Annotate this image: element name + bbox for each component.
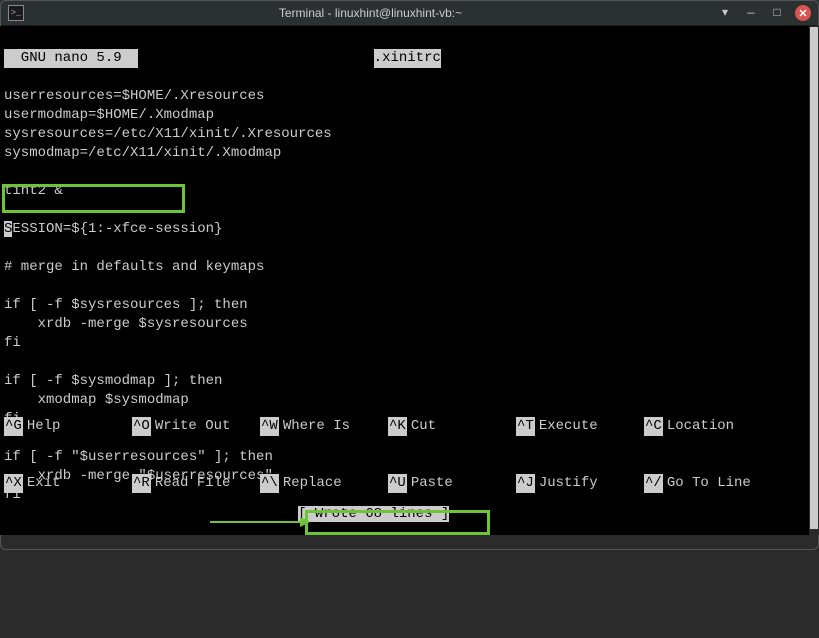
nano-filename: .xinitrc xyxy=(374,49,441,68)
editor-line: userresources=$HOME/.Xresources xyxy=(4,88,264,104)
editor-line: usermodmap=$HOME/.Xmodmap xyxy=(4,107,214,123)
terminal-content[interactable]: GNU nano 5.9 .xinitrc userresources=$HOM… xyxy=(0,26,819,535)
editor-line: if [ -f $sysresources ]; then xyxy=(4,297,248,313)
shortcut-writeout: ^OWrite Out xyxy=(132,417,260,436)
editor-line: tint2 & xyxy=(4,183,63,199)
editor-line: # merge in defaults and keymaps xyxy=(4,259,264,275)
terminal-icon: >_ xyxy=(8,5,24,21)
shortcut-replace: ^\Replace xyxy=(260,474,388,493)
window-title: Terminal - linuxhint@linuxhint-vb:~ xyxy=(24,6,717,20)
shortcut-gotoline: ^/Go To Line xyxy=(644,474,772,493)
shortcut-exit: ^XExit xyxy=(4,474,132,493)
shortcut-row: ^GHelp ^OWrite Out ^WWhere Is ^KCut ^TEx… xyxy=(4,417,809,436)
shortcut-justify: ^JJustify xyxy=(516,474,644,493)
scrollbar[interactable] xyxy=(809,26,819,535)
shortcut-execute: ^TExecute xyxy=(516,417,644,436)
menu-button[interactable]: ▾ xyxy=(717,5,733,21)
scrollbar-thumb[interactable] xyxy=(810,27,818,529)
window-controls: ▾ — □ xyxy=(717,5,811,21)
shortcut-location: ^CLocation xyxy=(644,417,772,436)
minimize-button[interactable]: — xyxy=(743,5,759,21)
window-titlebar: >_ Terminal - linuxhint@linuxhint-vb:~ ▾… xyxy=(0,0,819,26)
shortcut-row: ^XExit ^RRead File ^\Replace ^UPaste ^JJ… xyxy=(4,474,809,493)
shortcut-help: ^GHelp xyxy=(4,417,132,436)
nano-version: GNU nano 5.9 xyxy=(4,49,138,68)
shortcut-paste: ^UPaste xyxy=(388,474,516,493)
editor-line: ESSION=${1:-xfce-session} xyxy=(12,221,222,237)
editor-line: sysmodmap=/etc/X11/xinit/.Xmodmap xyxy=(4,145,281,161)
shortcut-cut: ^KCut xyxy=(388,417,516,436)
editor-line: sysresources=/etc/X11/xinit/.Xresources xyxy=(4,126,332,142)
editor-line: xrdb -merge $sysresources xyxy=(4,316,248,332)
shortcut-whereis: ^WWhere Is xyxy=(260,417,388,436)
nano-shortcut-bar: ^GHelp ^OWrite Out ^WWhere Is ^KCut ^TEx… xyxy=(4,379,809,531)
editor-line: fi xyxy=(4,335,21,351)
shortcut-readfile: ^RRead File xyxy=(132,474,260,493)
close-button[interactable] xyxy=(795,5,811,21)
maximize-button[interactable]: □ xyxy=(769,5,785,21)
